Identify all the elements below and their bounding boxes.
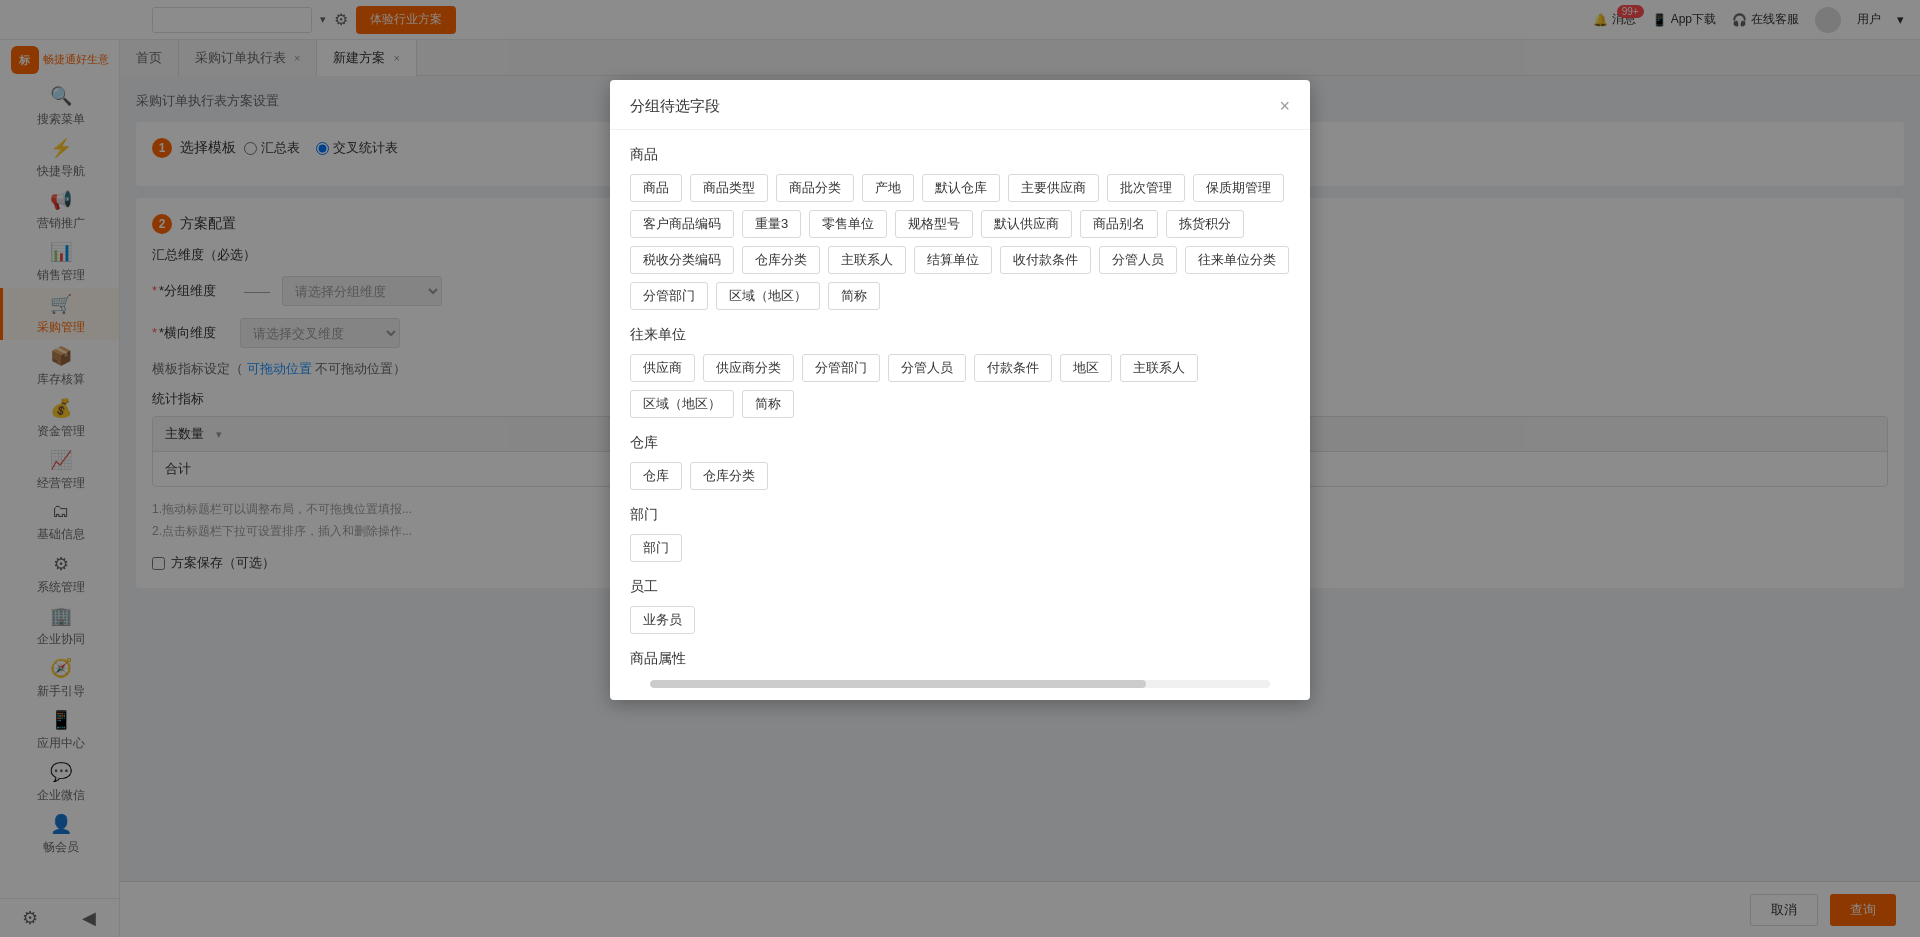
field-tag-默认仓库[interactable]: 默认仓库 [922,174,1000,202]
field-tag-付款条件[interactable]: 付款条件 [974,354,1052,382]
field-select-dialog: 分组待选字段 × 商品商品商品类型商品分类产地默认仓库主要供应商批次管理保质期管… [610,80,1310,700]
field-tag-拣货积分[interactable]: 拣货积分 [1166,210,1244,238]
field-tag-税收分类编码[interactable]: 税收分类编码 [630,246,734,274]
field-tag-商品别名[interactable]: 商品别名 [1080,210,1158,238]
field-tag-分管人员[interactable]: 分管人员 [888,354,966,382]
field-group-title-商品: 商品 [630,146,1290,164]
field-tag-业务员[interactable]: 业务员 [630,606,695,634]
field-tags-往来单位: 供应商供应商分类分管部门分管人员付款条件地区主联系人区域（地区） 简称 [630,354,1290,418]
field-tag-仓库[interactable]: 仓库 [630,462,682,490]
field-tag-往来单位分类[interactable]: 往来单位分类 [1185,246,1289,274]
field-group-title-往来单位: 往来单位 [630,326,1290,344]
field-tag-分管人员[interactable]: 分管人员 [1099,246,1177,274]
field-tag-供应商[interactable]: 供应商 [630,354,695,382]
field-tag-重量3[interactable]: 重量3 [742,210,801,238]
field-tags-商品: 商品商品类型商品分类产地默认仓库主要供应商批次管理保质期管理客户商品编码重量3 零… [630,174,1290,310]
field-tag-主联系人[interactable]: 主联系人 [828,246,906,274]
field-tag-部门[interactable]: 部门 [630,534,682,562]
field-tag-简称[interactable]: 简称 [828,282,880,310]
field-tag-规格型号[interactable]: 规格型号 [895,210,973,238]
field-tag-仓库分类[interactable]: 仓库分类 [742,246,820,274]
field-group-title-员工: 员工 [630,578,1290,596]
dialog-scrollbar [650,680,1270,688]
field-tag-批次管理[interactable]: 批次管理 [1107,174,1185,202]
field-tag-供应商分类[interactable]: 供应商分类 [703,354,794,382]
field-group-title-部门: 部门 [630,506,1290,524]
field-tag-默认供应商[interactable]: 默认供应商 [981,210,1072,238]
field-group-商品属性: 商品属性属性颜色多规格尺码鞋码1 [630,650,1290,676]
field-tag-收付款条件[interactable]: 收付款条件 [1000,246,1091,274]
field-group-title-仓库: 仓库 [630,434,1290,452]
field-tag-零售单位[interactable]: 零售单位 [809,210,887,238]
field-group-往来单位: 往来单位供应商供应商分类分管部门分管人员付款条件地区主联系人区域（地区） 简称 [630,326,1290,418]
field-tag-客户商品编码[interactable]: 客户商品编码 [630,210,734,238]
field-tag-区域（地区）[interactable]: 区域（地区） [716,282,820,310]
field-tag-商品类型[interactable]: 商品类型 [690,174,768,202]
field-tag-商品分类[interactable]: 商品分类 [776,174,854,202]
field-tag-分管部门[interactable]: 分管部门 [802,354,880,382]
dialog-title: 分组待选字段 [630,97,720,116]
field-group-部门: 部门部门 [630,506,1290,562]
field-group-仓库: 仓库仓库仓库分类 [630,434,1290,490]
field-tag-区域（地区）[interactable]: 区域（地区） [630,390,734,418]
dialog-close-btn[interactable]: × [1279,96,1290,117]
field-tag-主联系人[interactable]: 主联系人 [1120,354,1198,382]
field-group-title-商品属性: 商品属性 [630,650,1290,668]
field-tags-员工: 业务员 [630,606,1290,634]
field-group-员工: 员工业务员 [630,578,1290,634]
field-tag-分管部门[interactable]: 分管部门 [630,282,708,310]
field-tag-产地[interactable]: 产地 [862,174,914,202]
field-tag-地区[interactable]: 地区 [1060,354,1112,382]
dialog-body[interactable]: 商品商品商品类型商品分类产地默认仓库主要供应商批次管理保质期管理客户商品编码重量… [610,130,1310,676]
field-tags-仓库: 仓库仓库分类 [630,462,1290,490]
field-tag-商品[interactable]: 商品 [630,174,682,202]
dialog-header: 分组待选字段 × [610,80,1310,130]
field-group-商品: 商品商品商品类型商品分类产地默认仓库主要供应商批次管理保质期管理客户商品编码重量… [630,146,1290,310]
field-tag-仓库分类[interactable]: 仓库分类 [690,462,768,490]
field-tags-部门: 部门 [630,534,1290,562]
field-tag-结算单位[interactable]: 结算单位 [914,246,992,274]
field-tag-主要供应商[interactable]: 主要供应商 [1008,174,1099,202]
dialog-overlay: 分组待选字段 × 商品商品商品类型商品分类产地默认仓库主要供应商批次管理保质期管… [0,0,1920,937]
field-tag-保质期管理[interactable]: 保质期管理 [1193,174,1284,202]
dialog-scrollbar-thumb [650,680,1146,688]
field-tag-简称[interactable]: 简称 [742,390,794,418]
